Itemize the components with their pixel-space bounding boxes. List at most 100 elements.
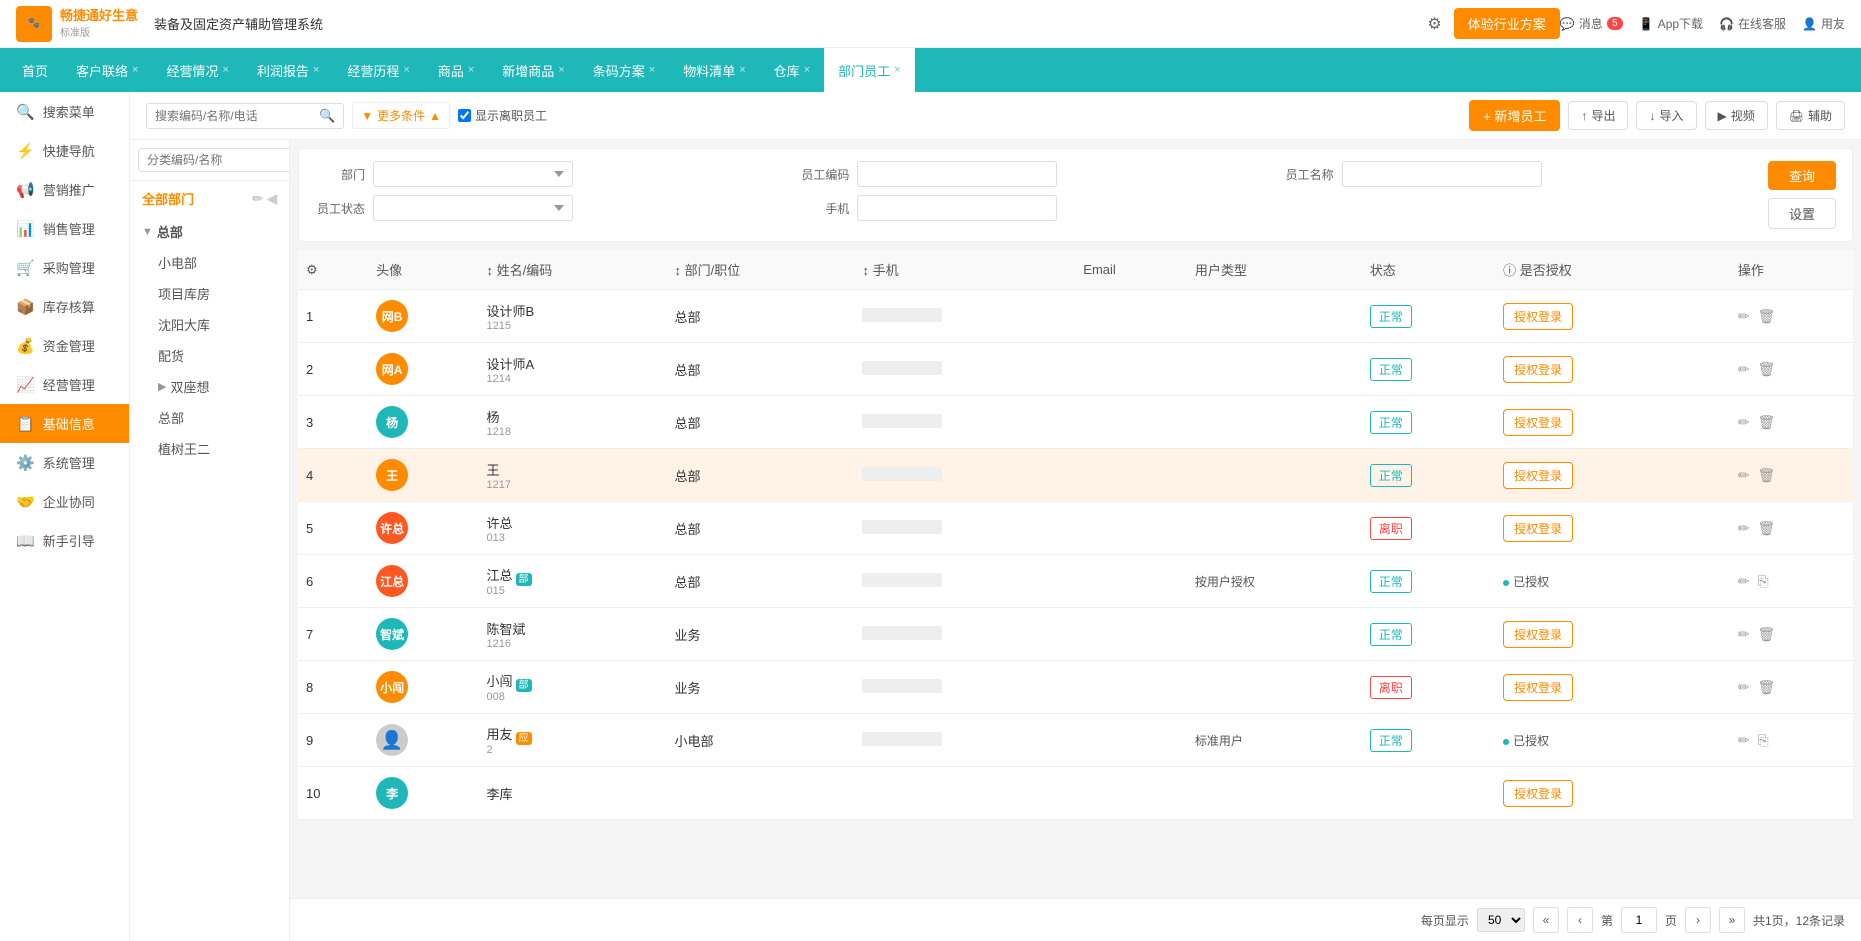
emp-status-select[interactable] bbox=[373, 195, 573, 221]
dept-search-input[interactable] bbox=[138, 148, 290, 172]
show-resigned-label[interactable]: 显示离职员工 bbox=[458, 107, 547, 124]
phone-input[interactable] bbox=[857, 195, 1057, 221]
tab-customer[interactable]: 客户联络 × bbox=[62, 48, 152, 92]
sidebar-item-guide[interactable]: 📖 新手引导 bbox=[0, 521, 129, 560]
next-page-btn[interactable]: › bbox=[1685, 907, 1711, 933]
page-input[interactable] bbox=[1621, 907, 1657, 933]
edit-icon[interactable]: ✏ bbox=[1738, 467, 1750, 484]
col-name[interactable]: ↕ 姓名/编码 bbox=[478, 250, 666, 290]
close-icon[interactable]: × bbox=[132, 64, 138, 76]
collapse-dept-icon[interactable]: ◀ bbox=[267, 191, 277, 207]
col-phone[interactable]: ↕ 手机 bbox=[854, 250, 1075, 290]
edit-icon[interactable]: ✏ bbox=[1738, 679, 1750, 696]
copy-icon[interactable]: ⎘ bbox=[1758, 573, 1769, 590]
col-settings[interactable]: ⚙ bbox=[298, 250, 368, 290]
show-resigned-checkbox[interactable] bbox=[458, 109, 471, 122]
per-page-select[interactable]: 50 bbox=[1477, 908, 1525, 932]
auth-button[interactable]: 授权登录 bbox=[1503, 303, 1573, 330]
edit-icon[interactable]: ✏ bbox=[1738, 573, 1750, 590]
tab-home[interactable]: 首页 bbox=[8, 48, 62, 92]
more-conditions-btn[interactable]: ▼ 更多条件 ▲ bbox=[352, 102, 450, 129]
dept-item-hq[interactable]: 总部 bbox=[130, 402, 289, 433]
auth-button[interactable]: 授权登录 bbox=[1503, 780, 1573, 807]
export-button[interactable]: ↑ 导出 bbox=[1568, 101, 1628, 130]
dept-item-small-electronics[interactable]: 小电部 bbox=[130, 247, 289, 278]
dept-item-dual[interactable]: ▶ 双座想 bbox=[130, 371, 289, 402]
delete-icon[interactable]: 🗑 bbox=[1758, 626, 1776, 643]
sidebar-item-basic[interactable]: 📋 基础信息 bbox=[0, 404, 129, 443]
auth-button[interactable]: 授权登录 bbox=[1503, 462, 1573, 489]
delete-icon[interactable]: 🗑 bbox=[1758, 679, 1776, 696]
close-icon[interactable]: × bbox=[804, 64, 810, 76]
user-btn[interactable]: 👤 用友 bbox=[1802, 15, 1845, 32]
close-icon[interactable]: × bbox=[739, 64, 745, 76]
dept-item-distribution[interactable]: 配货 bbox=[130, 340, 289, 371]
edit-icon[interactable]: ✏ bbox=[1738, 626, 1750, 643]
dept-select[interactable] bbox=[373, 161, 573, 187]
tab-profit[interactable]: 利润报告 × bbox=[243, 48, 333, 92]
close-icon[interactable]: × bbox=[894, 64, 900, 76]
close-icon[interactable]: × bbox=[222, 64, 228, 76]
tab-warehouse[interactable]: 仓库 × bbox=[760, 48, 824, 92]
dept-item-headquarter[interactable]: ▼ 总部 bbox=[130, 216, 289, 247]
close-icon[interactable]: × bbox=[468, 64, 474, 76]
dept-item-plant-king[interactable]: 植树王二 bbox=[130, 433, 289, 464]
sidebar-item-search[interactable]: 🔍 搜索菜单 bbox=[0, 92, 129, 131]
sidebar-item-sales[interactable]: 📊 销售管理 bbox=[0, 209, 129, 248]
print-button[interactable]: 🖨 辅助 bbox=[1776, 101, 1845, 130]
delete-icon[interactable]: 🗑 bbox=[1758, 467, 1776, 484]
delete-icon[interactable]: 🗑 bbox=[1758, 414, 1776, 431]
close-icon[interactable]: × bbox=[313, 64, 319, 76]
close-icon[interactable]: × bbox=[649, 64, 655, 76]
search-box[interactable]: 🔍 bbox=[146, 103, 344, 129]
auth-button[interactable]: 授权登录 bbox=[1503, 356, 1573, 383]
message-btn[interactable]: 💬 消息 5 bbox=[1560, 15, 1623, 32]
sidebar-item-quicknav[interactable]: ⚡ 快捷导航 bbox=[0, 131, 129, 170]
auth-button[interactable]: 授权登录 bbox=[1503, 409, 1573, 436]
edit-icon[interactable]: ✏ bbox=[1738, 732, 1750, 749]
edit-icon[interactable]: ✏ bbox=[1738, 520, 1750, 537]
sidebar-item-marketing[interactable]: 📢 营销推广 bbox=[0, 170, 129, 209]
close-icon[interactable]: × bbox=[558, 64, 564, 76]
tab-employees[interactable]: 部门员工 × bbox=[824, 48, 914, 92]
prev-page-btn[interactable]: ‹ bbox=[1567, 907, 1593, 933]
tab-operation[interactable]: 经营情况 × bbox=[152, 48, 242, 92]
tab-new-goods[interactable]: 新增商品 × bbox=[488, 48, 578, 92]
edit-icon[interactable]: ✏ bbox=[1738, 414, 1750, 431]
copy-icon[interactable]: ⎘ bbox=[1758, 732, 1769, 749]
edit-icon[interactable]: ✏ bbox=[1738, 361, 1750, 378]
tab-bom[interactable]: 物料清单 × bbox=[669, 48, 759, 92]
emp-name-input[interactable] bbox=[1342, 161, 1542, 187]
last-page-btn[interactable]: » bbox=[1719, 907, 1745, 933]
sidebar-item-finance[interactable]: 💰 资金管理 bbox=[0, 326, 129, 365]
delete-icon[interactable]: 🗑 bbox=[1758, 361, 1776, 378]
view-button[interactable]: ▶ 视频 bbox=[1705, 101, 1768, 130]
auth-button[interactable]: 授权登录 bbox=[1503, 674, 1573, 701]
delete-icon[interactable]: 🗑 bbox=[1758, 520, 1776, 537]
edit-dept-icon[interactable]: ✏ bbox=[252, 191, 263, 207]
online-service-btn[interactable]: 🎧 在线客服 bbox=[1719, 15, 1786, 32]
search-input[interactable] bbox=[155, 109, 315, 123]
add-employee-button[interactable]: + 新增员工 bbox=[1469, 100, 1560, 131]
tab-goods[interactable]: 商品 × bbox=[424, 48, 488, 92]
tab-barcode[interactable]: 条码方案 × bbox=[579, 48, 669, 92]
close-icon[interactable]: × bbox=[403, 64, 409, 76]
sidebar-item-system[interactable]: ⚙️ 系统管理 bbox=[0, 443, 129, 482]
set-button[interactable]: 设置 bbox=[1768, 198, 1836, 229]
auth-button[interactable]: 授权登录 bbox=[1503, 515, 1573, 542]
app-download-btn[interactable]: 📱 App下载 bbox=[1639, 15, 1703, 32]
sidebar-item-purchase[interactable]: 🛒 采购管理 bbox=[0, 248, 129, 287]
delete-icon[interactable]: 🗑 bbox=[1758, 308, 1776, 325]
sidebar-item-management[interactable]: 📈 经营管理 bbox=[0, 365, 129, 404]
trial-button[interactable]: 体验行业方案 bbox=[1454, 8, 1560, 39]
edit-icon[interactable]: ✏ bbox=[1738, 308, 1750, 325]
first-page-btn[interactable]: « bbox=[1533, 907, 1559, 933]
tab-history[interactable]: 经营历程 × bbox=[333, 48, 423, 92]
import-button[interactable]: ↓ 导入 bbox=[1636, 101, 1696, 130]
emp-code-input[interactable] bbox=[857, 161, 1057, 187]
auth-button[interactable]: 授权登录 bbox=[1503, 621, 1573, 648]
col-dept[interactable]: ↕ 部门/职位 bbox=[666, 250, 854, 290]
query-button[interactable]: 查询 bbox=[1768, 161, 1836, 190]
sidebar-item-collab[interactable]: 🤝 企业协同 bbox=[0, 482, 129, 521]
settings-icon[interactable]: ⚙ bbox=[1427, 14, 1441, 34]
